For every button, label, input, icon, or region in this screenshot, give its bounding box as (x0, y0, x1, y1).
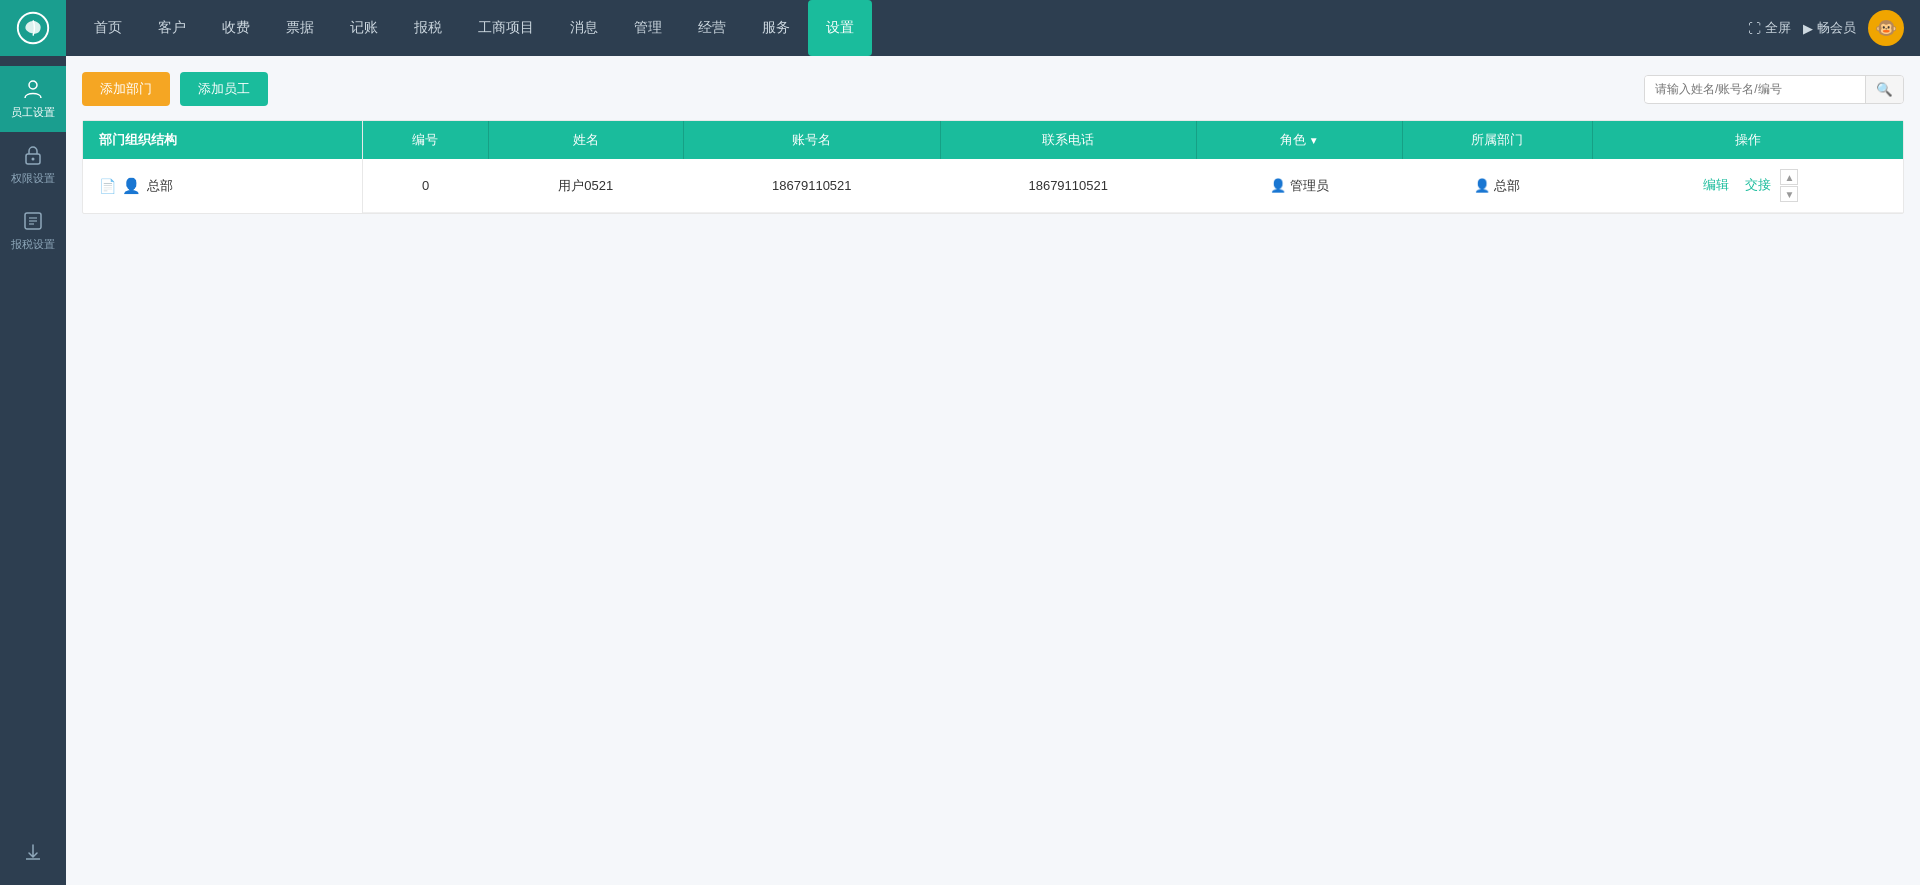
th-role: 角色 ▼ (1196, 121, 1402, 159)
th-role-filter[interactable]: 角色 ▼ (1280, 131, 1319, 149)
sidebar-item-tax-label: 报税设置 (11, 237, 55, 252)
nav-item-bills[interactable]: 票据 (268, 0, 332, 56)
top-navigation: 首页 客户 收费 票据 记账 报税 工商项目 消息 管理 经营 服务 设置 ⛶ … (0, 0, 1920, 56)
nav-item-settings[interactable]: 设置 (808, 0, 872, 56)
member-label: 畅会员 (1817, 19, 1856, 37)
cell-phone: 18679110521 (940, 159, 1196, 213)
cell-name: 用户0521 (488, 159, 683, 213)
nav-items: 首页 客户 收费 票据 记账 报税 工商项目 消息 管理 经营 服务 设置 (66, 0, 1748, 56)
avatar-icon: 🐵 (1875, 17, 1897, 39)
th-phone: 联系电话 (940, 121, 1196, 159)
role-user-icon: 👤 (1270, 178, 1286, 193)
dept-label: 总部 (1494, 177, 1520, 195)
search-area: 🔍 (1644, 75, 1904, 104)
sidebar-item-permissions[interactable]: 权限设置 (0, 132, 66, 198)
sidebar-bottom-item[interactable] (0, 829, 66, 875)
table-row: 0 用户0521 18679110521 18679110521 👤 管理员 (363, 159, 1903, 213)
svg-point-1 (29, 81, 37, 89)
tree-content: 📄 👤 总部 (83, 159, 362, 213)
avatar[interactable]: 🐵 (1868, 10, 1904, 46)
th-name: 姓名 (488, 121, 683, 159)
tree-item-headquarters[interactable]: 📄 👤 总部 (93, 169, 352, 203)
nav-item-service[interactable]: 服务 (744, 0, 808, 56)
tree-item-label: 总部 (147, 177, 173, 195)
member-button[interactable]: ▶ 畅会员 (1803, 19, 1856, 37)
fullscreen-button[interactable]: ⛶ 全屏 (1748, 19, 1791, 37)
role-badge: 👤 管理员 (1270, 177, 1329, 195)
sidebar-bottom (0, 829, 66, 875)
cell-account: 18679110521 (684, 159, 940, 213)
nav-right: ⛶ 全屏 ▶ 畅会员 🐵 (1748, 10, 1920, 46)
logo-area[interactable] (0, 0, 66, 56)
fullscreen-icon: ⛶ (1748, 21, 1761, 36)
nav-item-fee[interactable]: 收费 (204, 0, 268, 56)
toolbar: 添加部门 添加员工 🔍 (82, 72, 1904, 106)
cell-role: 👤 管理员 (1196, 159, 1402, 213)
member-icon: ▶ (1803, 21, 1813, 36)
dept-user-icon: 👤 (1474, 178, 1490, 193)
table-header-row: 编号 姓名 账号名 联系电话 角色 ▼ 所属部门 操作 (363, 121, 1903, 159)
fullscreen-label: 全屏 (1765, 19, 1791, 37)
scroll-up-button[interactable]: ▲ (1780, 169, 1798, 185)
nav-item-message[interactable]: 消息 (552, 0, 616, 56)
transfer-link[interactable]: 交接 (1745, 177, 1771, 192)
download-icon (22, 841, 44, 863)
tax-settings-icon (22, 210, 44, 232)
table-panel: 编号 姓名 账号名 联系电话 角色 ▼ 所属部门 操作 (363, 121, 1903, 213)
main-layout: 员工设置 权限设置 报税设置 (0, 56, 1920, 885)
data-table: 编号 姓名 账号名 联系电话 角色 ▼ 所属部门 操作 (363, 121, 1903, 213)
employee-icon (22, 78, 44, 100)
svg-point-3 (32, 158, 35, 161)
nav-item-operations[interactable]: 经营 (680, 0, 744, 56)
nav-item-manage[interactable]: 管理 (616, 0, 680, 56)
logo-icon (14, 9, 52, 47)
sidebar: 员工设置 权限设置 报税设置 (0, 56, 66, 885)
search-input[interactable] (1645, 76, 1865, 102)
add-dept-button[interactable]: 添加部门 (82, 72, 170, 106)
search-icon: 🔍 (1876, 82, 1893, 97)
scroll-down-button[interactable]: ▼ (1780, 186, 1798, 202)
user-icon: 👤 (122, 177, 141, 195)
sidebar-item-tax-settings[interactable]: 报税设置 (0, 198, 66, 264)
sidebar-item-permissions-label: 权限设置 (11, 171, 55, 186)
th-actions: 操作 (1593, 121, 1903, 159)
cell-dept: 👤 总部 (1402, 159, 1593, 213)
nav-item-accounting[interactable]: 记账 (332, 0, 396, 56)
sidebar-item-employee[interactable]: 员工设置 (0, 66, 66, 132)
filter-icon: ▼ (1309, 135, 1319, 146)
sidebar-item-employee-label: 员工设置 (11, 105, 55, 120)
add-employee-button[interactable]: 添加员工 (180, 72, 268, 106)
nav-item-business[interactable]: 工商项目 (460, 0, 552, 56)
file-icon: 📄 (99, 178, 116, 194)
role-label: 管理员 (1290, 177, 1329, 195)
permissions-icon (22, 144, 44, 166)
th-dept: 所属部门 (1402, 121, 1593, 159)
nav-item-tax[interactable]: 报税 (396, 0, 460, 56)
cell-id: 0 (363, 159, 488, 213)
th-id: 编号 (363, 121, 488, 159)
th-account: 账号名 (684, 121, 940, 159)
search-button[interactable]: 🔍 (1865, 76, 1903, 103)
tree-panel: 部门组织结构 📄 👤 总部 (83, 121, 363, 213)
cell-actions: 编辑 交接 ▲ ▼ (1593, 159, 1903, 213)
dept-badge: 👤 总部 (1474, 177, 1520, 195)
tree-header: 部门组织结构 (83, 121, 362, 159)
edit-link[interactable]: 编辑 (1703, 177, 1729, 192)
nav-item-home[interactable]: 首页 (76, 0, 140, 56)
nav-item-customer[interactable]: 客户 (140, 0, 204, 56)
content-area: 添加部门 添加员工 🔍 部门组织结构 📄 👤 总部 (66, 56, 1920, 885)
panel-layout: 部门组织结构 📄 👤 总部 编号 姓名 账号名 (82, 120, 1904, 214)
